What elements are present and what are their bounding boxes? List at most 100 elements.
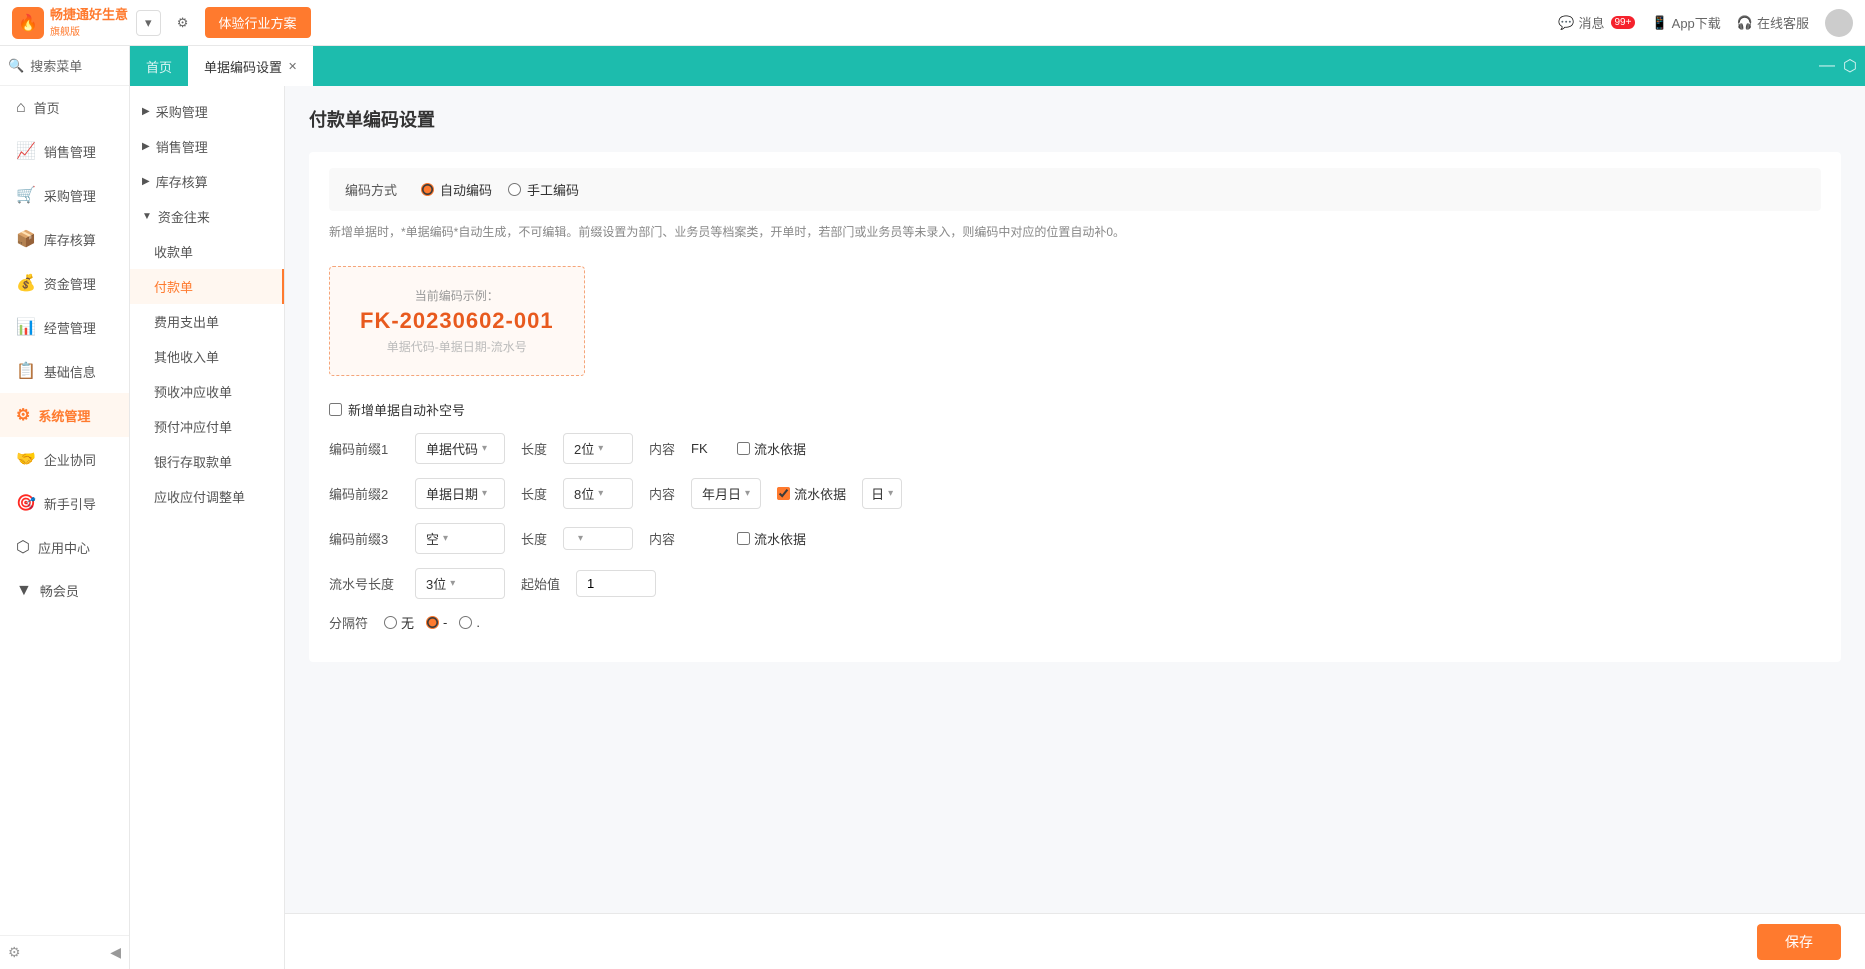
- tab-home[interactable]: 首页: [130, 46, 188, 86]
- member-icon: ▼: [16, 582, 32, 600]
- nav-item-payment[interactable]: 付款单: [130, 269, 284, 304]
- finance-icon: 💰: [16, 273, 36, 293]
- nav-item-advance-recv[interactable]: 预收冲应收单: [130, 374, 284, 409]
- prefix2-select[interactable]: 单据日期 ▾: [415, 478, 505, 509]
- sidebar-item-inventory[interactable]: 📦 库存核算: [0, 217, 129, 261]
- prefix3-stream-checkbox[interactable]: 流水依据: [737, 529, 806, 548]
- serial-length-select[interactable]: 3位 ▾: [415, 568, 505, 599]
- serial-start-input[interactable]: [576, 570, 656, 597]
- prefix3-content-label: 内容: [649, 529, 675, 548]
- prefix2-content-select[interactable]: 年月日 ▾: [691, 478, 761, 509]
- prefix1-length-select[interactable]: 2位 ▾: [563, 433, 633, 464]
- prefix2-label: 编码前缀2: [329, 484, 399, 503]
- settings-icon[interactable]: ⚙: [169, 9, 197, 37]
- nav-item-adj[interactable]: 应收应付调整单: [130, 479, 284, 514]
- save-button[interactable]: 保存: [1757, 924, 1841, 960]
- sidebar-item-finance[interactable]: 💰 资金管理: [0, 261, 129, 305]
- sidebar-item-purchase[interactable]: 🛒 采购管理: [0, 173, 129, 217]
- nav-group-purchase[interactable]: ▶ 采购管理: [130, 94, 284, 129]
- chevron-down-icon-7: ▾: [443, 533, 448, 544]
- sep-dot-input[interactable]: [459, 616, 472, 629]
- trial-button[interactable]: 体验行业方案: [205, 7, 311, 38]
- sidebar-item-apps[interactable]: ⬡ 应用中心: [0, 525, 129, 569]
- preview-label: 当前编码示例：: [360, 287, 554, 304]
- prefix3-length-select[interactable]: ▾: [563, 527, 633, 550]
- prefix1-stream-checkbox[interactable]: 流水依据: [737, 439, 806, 458]
- prefix2-length-select[interactable]: 8位 ▾: [563, 478, 633, 509]
- tab-close-icon[interactable]: ✕: [288, 60, 297, 73]
- sep-none-radio[interactable]: 无: [384, 613, 414, 632]
- nav-item-expense[interactable]: 费用支出单: [130, 304, 284, 339]
- nav-group-inventory[interactable]: ▶ 库存核算: [130, 164, 284, 199]
- serial-no-row: 流水号长度 3位 ▾ 起始值: [329, 568, 1821, 599]
- prefix3-stream-input[interactable]: [737, 532, 750, 545]
- tab-minimize-icon[interactable]: —: [1819, 57, 1835, 75]
- top-bar: 🔥 畅捷通好生意 旗舰版 ▾ ⚙ 体验行业方案 💬 消息 99+ 📱 App下载…: [0, 0, 1865, 46]
- auto-fill-checkbox[interactable]: 新增单据自动补空号: [329, 400, 1821, 419]
- action-bar: 保存: [285, 913, 1865, 969]
- sep-dot-radio[interactable]: .: [459, 615, 480, 630]
- app-icon: 📱: [1651, 15, 1667, 31]
- sep-dash-input[interactable]: [426, 616, 439, 629]
- manual-encoding-input[interactable]: [508, 183, 521, 196]
- chevron-down-icon: ▾: [482, 443, 487, 454]
- manual-encoding-radio[interactable]: 手工编码: [508, 180, 579, 199]
- sidebar-search[interactable]: 🔍 搜索菜单: [0, 46, 129, 86]
- auto-encoding-input[interactable]: [421, 183, 434, 196]
- prefix3-select[interactable]: 空 ▾: [415, 523, 505, 554]
- apps-icon: ⬡: [16, 537, 30, 557]
- separator-label: 分隔符: [329, 613, 368, 632]
- tab-encoding[interactable]: 单据编码设置 ✕: [188, 46, 313, 86]
- nav-group-sales[interactable]: ▶ 销售管理: [130, 129, 284, 164]
- arrow-right-icon-3: ▶: [142, 176, 150, 187]
- prefix2-stream-input[interactable]: [777, 487, 790, 500]
- sidebar-item-system[interactable]: ⚙ 系统管理: [0, 393, 129, 437]
- sep-none-input[interactable]: [384, 616, 397, 629]
- arrow-right-icon-2: ▶: [142, 141, 150, 152]
- message-button[interactable]: 💬 消息 99+: [1558, 13, 1635, 32]
- app-download-button[interactable]: 📱 App下载: [1651, 13, 1720, 32]
- chevron-down-icon-9: ▾: [450, 578, 455, 589]
- nav-dropdown-arrow: ▾: [145, 15, 152, 31]
- separator-options: 无 - .: [384, 613, 480, 632]
- preview-desc: 单据代码-单据日期-流水号: [360, 338, 554, 355]
- sidebar-item-guide[interactable]: 🎯 新手引导: [0, 481, 129, 525]
- chevron-down-icon-4: ▾: [598, 488, 603, 499]
- prefix3-length-label: 长度: [521, 529, 547, 548]
- prefix2-row: 编码前缀2 单据日期 ▾ 长度 8位 ▾ 内容: [329, 478, 1821, 509]
- prefix1-stream-input[interactable]: [737, 442, 750, 455]
- auto-fill-input[interactable]: [329, 403, 342, 416]
- user-avatar[interactable]: [1825, 9, 1853, 37]
- prefix1-select[interactable]: 单据代码 ▾: [415, 433, 505, 464]
- nav-item-other-income[interactable]: 其他收入单: [130, 339, 284, 374]
- prefix2-day-select[interactable]: 日 ▾: [862, 478, 902, 509]
- prefix2-length-label: 长度: [521, 484, 547, 503]
- headset-icon: 🎧: [1737, 15, 1753, 31]
- nav-group-finance[interactable]: ▼ 资金往来: [130, 199, 284, 234]
- chevron-down-icon-6: ▾: [888, 488, 893, 499]
- nav-dropdown[interactable]: ▾: [136, 10, 161, 36]
- sidebar-item-collab[interactable]: 🤝 企业协同: [0, 437, 129, 481]
- sidebar-settings-btn[interactable]: ⚙: [8, 944, 21, 961]
- sidebar-item-member[interactable]: ▼ 畅会员: [0, 569, 129, 612]
- sidebar-item-operation[interactable]: 📊 经营管理: [0, 305, 129, 349]
- nav-item-advance-pay[interactable]: 预付冲应付单: [130, 409, 284, 444]
- auto-encoding-radio[interactable]: 自动编码: [421, 180, 492, 199]
- serial-start-label: 起始值: [521, 574, 560, 593]
- sep-dash-radio[interactable]: -: [426, 615, 447, 630]
- nav-item-receipts[interactable]: 收款单: [130, 234, 284, 269]
- prefix2-stream-checkbox[interactable]: 流水依据: [777, 484, 846, 503]
- chevron-down-icon-2: ▾: [598, 443, 603, 454]
- sidebar-item-sales[interactable]: 📈 销售管理: [0, 129, 129, 173]
- online-service-button[interactable]: 🎧 在线客服: [1737, 13, 1809, 32]
- sidebar-item-home[interactable]: ⌂ 首页: [0, 86, 129, 129]
- logo: 🔥 畅捷通好生意 旗舰版: [12, 7, 128, 39]
- prefix1-length-label: 长度: [521, 439, 547, 458]
- prefix3-row: 编码前缀3 空 ▾ 长度 ▾ 内容: [329, 523, 1821, 554]
- tab-maximize-icon[interactable]: ⬡: [1843, 56, 1857, 76]
- sidebar-collapse-btn[interactable]: ◀: [110, 944, 121, 961]
- preview-box: 当前编码示例： FK-20230602-001 单据代码-单据日期-流水号: [329, 266, 585, 376]
- nav-item-bank-deposit[interactable]: 银行存取款单: [130, 444, 284, 479]
- sidebar-item-basic[interactable]: 📋 基础信息: [0, 349, 129, 393]
- chevron-down-icon-8: ▾: [578, 533, 583, 544]
